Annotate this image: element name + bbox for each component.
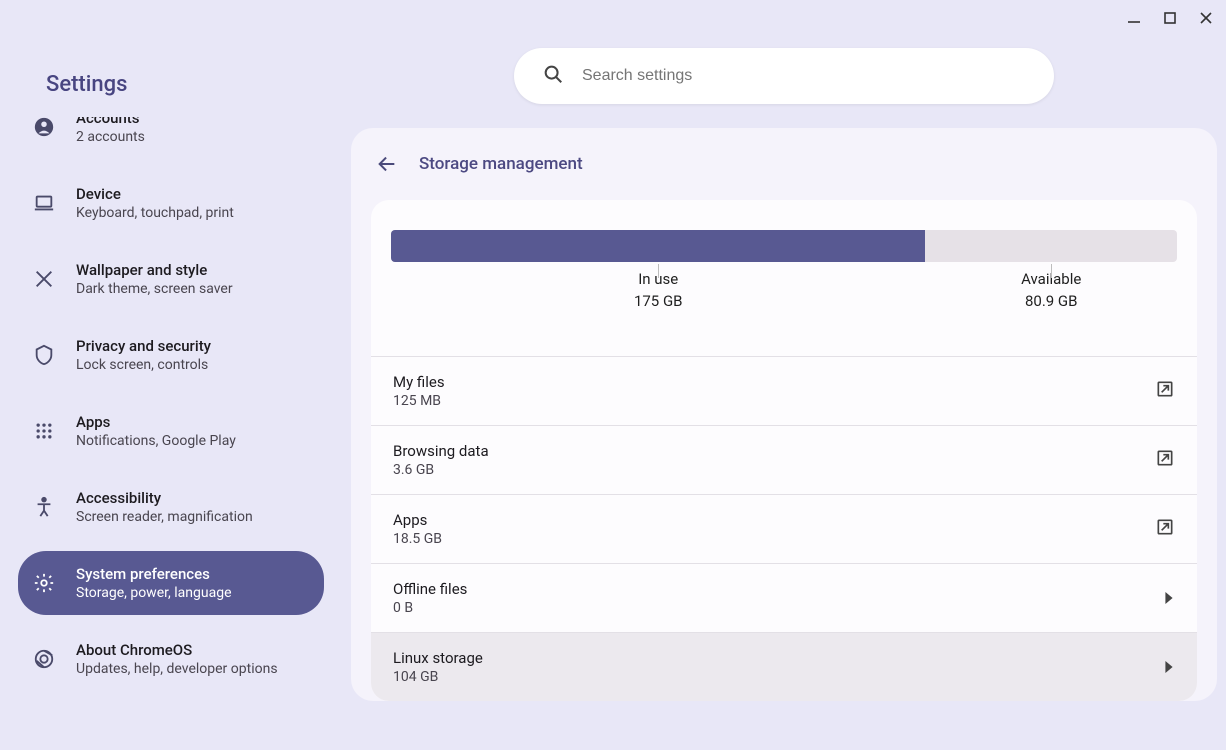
available-value: 80.9 GB <box>925 292 1177 310</box>
search-input[interactable] <box>582 67 1026 85</box>
storage-panel: In use 175 GB Available 80.9 GB My files… <box>371 200 1197 701</box>
sidebar: Settings Accounts 2 accounts Device Keyb… <box>0 36 342 750</box>
row-sub: 104 GB <box>393 669 483 685</box>
row-title: Linux storage <box>393 649 483 667</box>
sidebar-item-accessibility[interactable]: Accessibility Screen reader, magnificati… <box>18 475 324 539</box>
page-title: Storage management <box>419 154 583 174</box>
in-use-value: 175 GB <box>391 292 925 310</box>
chevron-right-icon <box>1163 658 1175 677</box>
row-sub: 125 MB <box>393 393 445 409</box>
nav-title: About ChromeOS <box>76 641 278 659</box>
back-button[interactable] <box>373 150 401 178</box>
row-sub: 18.5 GB <box>393 531 442 547</box>
row-title: Browsing data <box>393 442 489 460</box>
row-title: Offline files <box>393 580 467 598</box>
storage-bar-fill <box>391 230 925 262</box>
nav-sub: Dark theme, screen saver <box>76 281 233 297</box>
nav-title: Apps <box>76 413 236 431</box>
sidebar-item-system-preferences[interactable]: System preferences Storage, power, langu… <box>18 551 324 615</box>
sidebar-item-accounts[interactable]: Accounts 2 accounts <box>18 117 324 159</box>
open-external-icon <box>1155 379 1175 403</box>
chevron-right-icon <box>1163 589 1175 608</box>
sidebar-item-device[interactable]: Device Keyboard, touchpad, print <box>18 171 324 235</box>
app-title: Settings <box>0 54 342 117</box>
nav-sub: Screen reader, magnification <box>76 509 253 525</box>
storage-card: Storage management In use 175 GB <box>351 128 1217 701</box>
row-offline-files[interactable]: Offline files 0 B <box>371 563 1197 632</box>
laptop-icon <box>32 191 56 215</box>
gear-icon <box>32 571 56 595</box>
nav-sub: Updates, help, developer options <box>76 661 278 677</box>
row-linux-storage[interactable]: Linux storage 104 GB <box>371 632 1197 701</box>
row-apps[interactable]: Apps 18.5 GB <box>371 494 1197 563</box>
row-browsing-data[interactable]: Browsing data 3.6 GB <box>371 425 1197 494</box>
maximize-button[interactable] <box>1158 6 1182 30</box>
account-icon <box>32 117 56 139</box>
sidebar-item-about[interactable]: About ChromeOS Updates, help, developer … <box>18 627 324 691</box>
nav-title: Accounts <box>76 117 145 127</box>
nav-sub: Notifications, Google Play <box>76 433 236 449</box>
nav-sub: 2 accounts <box>76 129 145 145</box>
sidebar-item-privacy[interactable]: Privacy and security Lock screen, contro… <box>18 323 324 387</box>
sidebar-item-wallpaper[interactable]: Wallpaper and style Dark theme, screen s… <box>18 247 324 311</box>
row-title: My files <box>393 373 445 391</box>
sidebar-item-apps[interactable]: Apps Notifications, Google Play <box>18 399 324 463</box>
close-button[interactable] <box>1194 6 1218 30</box>
nav-title: Device <box>76 185 234 203</box>
nav-sub: Keyboard, touchpad, print <box>76 205 234 221</box>
storage-bar <box>391 230 1177 262</box>
row-sub: 0 B <box>393 600 467 616</box>
brush-icon <box>32 267 56 291</box>
shield-icon <box>32 343 56 367</box>
nav-title: Wallpaper and style <box>76 261 233 279</box>
nav-title: Privacy and security <box>76 337 211 355</box>
nav-sub: Storage, power, language <box>76 585 232 601</box>
apps-icon <box>32 419 56 443</box>
main-content: Storage management In use 175 GB <box>342 36 1226 750</box>
window-titlebar <box>0 0 1226 36</box>
nav-title: System preferences <box>76 565 232 583</box>
chrome-icon <box>32 647 56 671</box>
row-my-files[interactable]: My files 125 MB <box>371 356 1197 425</box>
row-sub: 3.6 GB <box>393 462 489 478</box>
open-external-icon <box>1155 448 1175 472</box>
nav-title: Accessibility <box>76 489 253 507</box>
accessibility-icon <box>32 495 56 519</box>
search-icon <box>542 63 564 89</box>
nav-sub: Lock screen, controls <box>76 357 211 373</box>
minimize-button[interactable] <box>1122 6 1146 30</box>
open-external-icon <box>1155 517 1175 541</box>
row-title: Apps <box>393 511 442 529</box>
search-bar[interactable] <box>514 48 1054 104</box>
